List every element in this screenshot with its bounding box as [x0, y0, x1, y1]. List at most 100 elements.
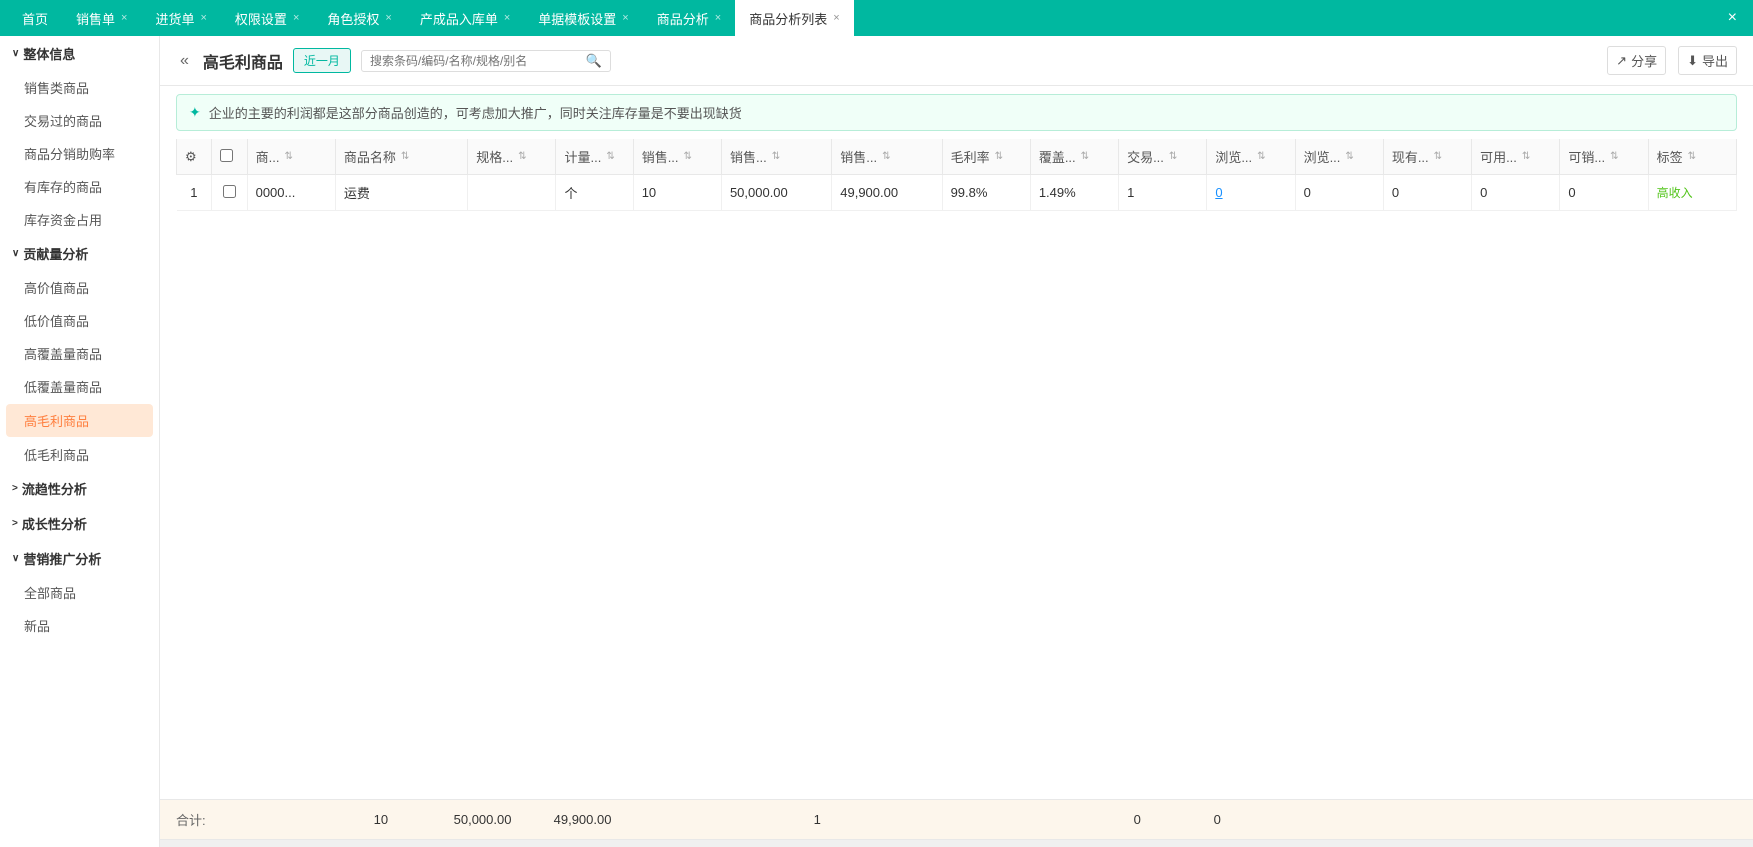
nav-item-进货单[interactable]: 进货单× [141, 0, 220, 36]
footer-sales-qty: 10 [366, 812, 446, 827]
close-window-button[interactable]: × [1720, 9, 1745, 27]
sidebar-section-label: 贡献量分析 [23, 244, 88, 263]
sidebar: ∨整体信息销售类商品交易过的商品商品分销助购率有库存的商品库存资金占用∨贡献量分… [0, 36, 160, 847]
col-header-code[interactable]: 商...⇅ [247, 139, 335, 175]
col-header-tag[interactable]: 标签⇅ [1648, 139, 1736, 175]
data-table: ⚙商...⇅商品名称⇅规格...⇅计量...⇅销售...⇅销售...⇅销售...… [176, 139, 1737, 211]
nav-close-icon[interactable]: × [121, 12, 127, 24]
sidebar-item-全部商品[interactable]: 全部商品 [0, 576, 159, 609]
sidebar-section-label: 营销推广分析 [23, 549, 101, 568]
col-header-unit[interactable]: 计量...⇅ [556, 139, 633, 175]
cell-sales_amount: 50,000.00 [721, 175, 831, 211]
bottom-scrollbar[interactable] [160, 839, 1753, 847]
cell-sellable_stock: 0 [1560, 175, 1648, 211]
sidebar-item-商品分销助购率[interactable]: 商品分销助购率 [0, 137, 159, 170]
nav-item-商品分析[interactable]: 商品分析× [643, 0, 735, 36]
nav-item-销售单[interactable]: 销售单× [62, 0, 141, 36]
sidebar-item-低毛利商品[interactable]: 低毛利商品 [0, 438, 159, 471]
sidebar-item-有库存的商品[interactable]: 有库存的商品 [0, 170, 159, 203]
nav-item-单据模板设置[interactable]: 单据模板设置× [524, 0, 642, 36]
sidebar-section-label: 流趋性分析 [22, 479, 87, 498]
col-header-current_stock[interactable]: 现有...⇅ [1383, 139, 1471, 175]
sidebar-section-整体信息[interactable]: ∨整体信息 [0, 36, 159, 71]
content-header: « 高毛利商品 近一月 🔍 ↗ 分享 ⬇ 导出 [160, 36, 1753, 86]
content-area: « 高毛利商品 近一月 🔍 ↗ 分享 ⬇ 导出 ✦ 企业的主要的利润都是这部 [160, 36, 1753, 847]
nav-item-产成品入库单[interactable]: 产成品入库单× [406, 0, 524, 36]
col-header-sellable_stock[interactable]: 可销...⇅ [1560, 139, 1648, 175]
footer-bar: 合计: 10 50,000.00 49,900.00 1 0 0 [160, 799, 1753, 839]
search-input[interactable] [370, 54, 586, 68]
nav-item-商品分析列表[interactable]: 商品分析列表× [735, 0, 853, 36]
nav-item-首页[interactable]: 首页 [8, 0, 62, 36]
page-title: 高毛利商品 [203, 49, 283, 73]
nav-close-icon[interactable]: × [504, 12, 510, 24]
share-button[interactable]: ↗ 分享 [1607, 46, 1666, 75]
footer-sales-amount: 50,000.00 [446, 812, 546, 827]
search-icon: 🔍 [586, 53, 602, 69]
col-header-sales_amount[interactable]: 销售...⇅ [721, 139, 831, 175]
sidebar-item-低价值商品[interactable]: 低价值商品 [0, 304, 159, 337]
export-icon: ⬇ [1687, 53, 1698, 69]
sidebar-item-销售类商品[interactable]: 销售类商品 [0, 71, 159, 104]
settings-icon[interactable]: ⚙ [185, 149, 197, 164]
row-index: 1 [177, 175, 212, 211]
sidebar-section-arrow: > [12, 518, 18, 529]
col-header-spec[interactable]: 规格...⇅ [468, 139, 556, 175]
browse-link[interactable]: 0 [1215, 185, 1222, 200]
col-header-sales_qty[interactable]: 销售...⇅ [633, 139, 721, 175]
sidebar-item-高毛利商品[interactable]: 高毛利商品 [6, 404, 153, 437]
cell-sales_cost: 49,900.00 [832, 175, 942, 211]
col-header-trade[interactable]: 交易...⇅ [1119, 139, 1207, 175]
footer-available-stock: 0 [1126, 812, 1206, 827]
cell-browse1: 0 [1207, 175, 1295, 211]
info-banner: ✦ 企业的主要的利润都是这部分商品创造的，可考虑加大推广，同时关注库存量是不要出… [176, 94, 1737, 131]
col-header-available_stock[interactable]: 可用...⇅ [1472, 139, 1560, 175]
sidebar-section-arrow: ∨ [12, 553, 19, 564]
cell-code: 0000... [247, 175, 335, 211]
sidebar-item-低覆盖量商品[interactable]: 低覆盖量商品 [0, 370, 159, 403]
footer-trade: 1 [806, 812, 886, 827]
nav-close-icon[interactable]: × [715, 12, 721, 24]
sidebar-section-arrow: > [12, 483, 18, 494]
cell-browse2: 0 [1295, 175, 1383, 211]
nav-item-角色授权[interactable]: 角色授权× [313, 0, 405, 36]
sidebar-item-库存资金占用[interactable]: 库存资金占用 [0, 203, 159, 236]
nav-close-icon[interactable]: × [833, 12, 839, 24]
nav-close-icon[interactable]: × [200, 12, 206, 24]
tag-badge: 高收入 [1657, 186, 1693, 200]
cell-available_stock: 0 [1472, 175, 1560, 211]
sidebar-section-成长性分析[interactable]: > 成长性分析 [0, 506, 159, 541]
nav-close-icon[interactable]: × [385, 12, 391, 24]
sidebar-item-高覆盖量商品[interactable]: 高覆盖量商品 [0, 337, 159, 370]
table-row: 10000...运费个1050,000.0049,900.0099.8%1.49… [177, 175, 1737, 211]
footer-sales-cost: 49,900.00 [546, 812, 646, 827]
search-box: 🔍 [361, 50, 611, 72]
col-header-browse1[interactable]: 浏览...⇅ [1207, 139, 1295, 175]
filter-month-button[interactable]: 近一月 [293, 48, 351, 73]
sidebar-section-arrow: ∨ [12, 48, 19, 59]
collapse-sidebar-button[interactable]: « [176, 48, 193, 74]
col-header-name[interactable]: 商品名称⇅ [335, 139, 467, 175]
cell-spec [468, 175, 556, 211]
nav-item-权限设置[interactable]: 权限设置× [221, 0, 313, 36]
col-header-sales_cost[interactable]: 销售...⇅ [832, 139, 942, 175]
sidebar-item-高价值商品[interactable]: 高价值商品 [0, 271, 159, 304]
cell-trade: 1 [1119, 175, 1207, 211]
footer-sellable-stock: 0 [1206, 812, 1286, 827]
sidebar-section-营销推广分析[interactable]: ∨ 营销推广分析 [0, 541, 159, 576]
sidebar-section-流趋性分析[interactable]: > 流趋性分析 [0, 471, 159, 506]
col-header-gross_margin[interactable]: 毛利率⇅ [942, 139, 1030, 175]
col-header-browse2[interactable]: 浏览...⇅ [1295, 139, 1383, 175]
table-container[interactable]: ⚙商...⇅商品名称⇅规格...⇅计量...⇅销售...⇅销售...⇅销售...… [160, 139, 1753, 799]
sidebar-item-交易过的商品[interactable]: 交易过的商品 [0, 104, 159, 137]
select-all-checkbox[interactable] [220, 149, 233, 162]
cell-gross_margin: 99.8% [942, 175, 1030, 211]
row-checkbox[interactable] [223, 185, 236, 198]
nav-close-icon[interactable]: × [293, 12, 299, 24]
nav-close-icon[interactable]: × [622, 12, 628, 24]
sidebar-item-新品[interactable]: 新品 [0, 609, 159, 642]
export-button[interactable]: ⬇ 导出 [1678, 46, 1737, 75]
sidebar-section-贡献量分析[interactable]: ∨贡献量分析 [0, 236, 159, 271]
sidebar-section-label: 成长性分析 [22, 514, 87, 533]
col-header-coverage[interactable]: 覆盖...⇅ [1030, 139, 1118, 175]
